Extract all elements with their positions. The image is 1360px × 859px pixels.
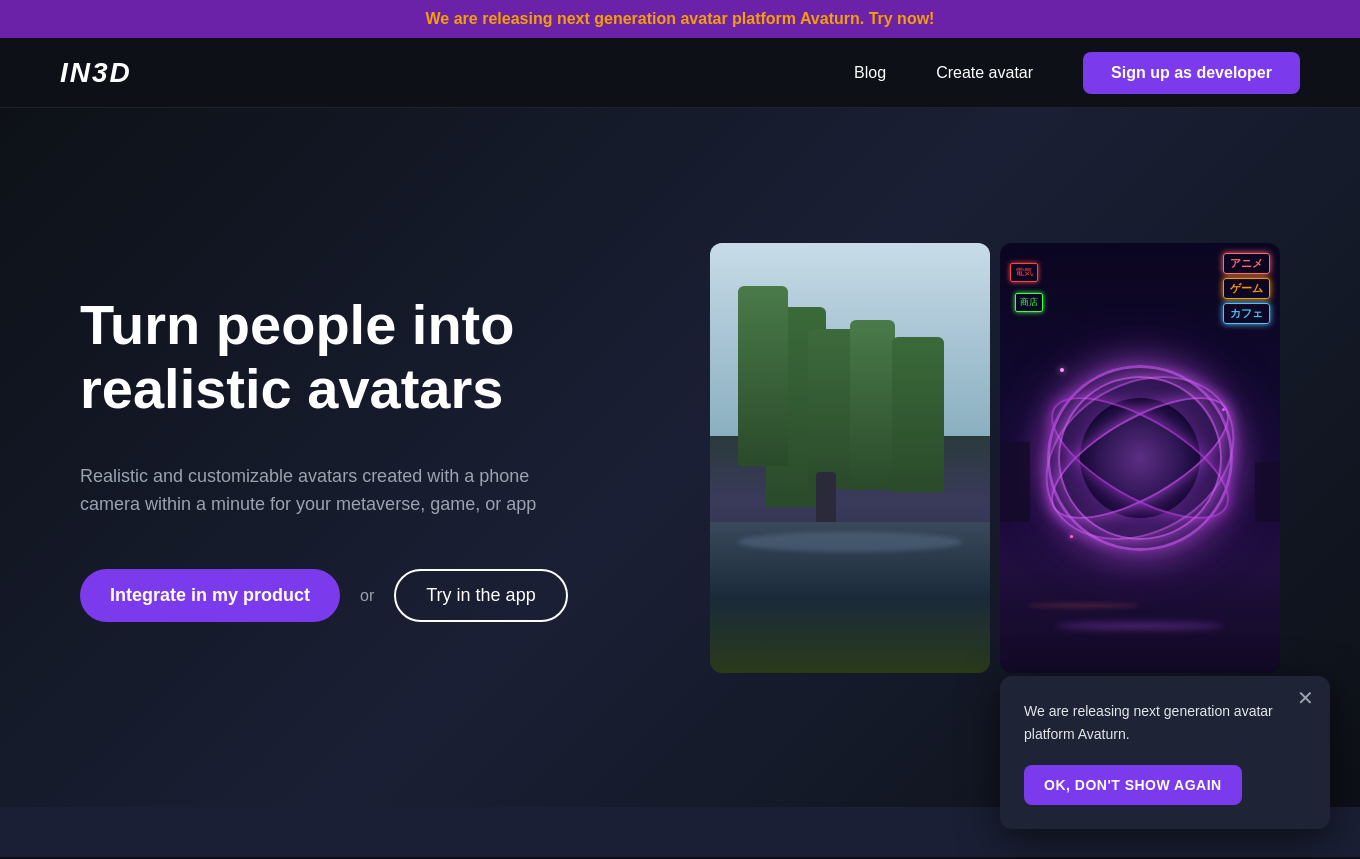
- signup-developer-button[interactable]: Sign up as developer: [1083, 52, 1300, 94]
- energy-ball-avatar: [1030, 348, 1250, 568]
- hero-content: Turn people into realistic avatars Reali…: [80, 293, 640, 622]
- or-separator: or: [360, 587, 374, 605]
- neon-signs-decoration: アニメ ゲーム カフェ: [1223, 253, 1270, 324]
- banner-link[interactable]: We are releasing next generation avatar …: [426, 10, 935, 27]
- hero-image-left: [710, 243, 990, 673]
- nav-create-avatar[interactable]: Create avatar: [936, 64, 1033, 82]
- popup-close-button[interactable]: ✕: [1297, 688, 1314, 708]
- hero-subtitle: Realistic and customizable avatars creat…: [80, 462, 580, 520]
- hero-image-right: アニメ ゲーム カフェ 電気 商店: [1000, 243, 1280, 673]
- nav-links: Blog Create avatar Sign up as developer: [854, 52, 1300, 94]
- hero-title: Turn people into realistic avatars: [80, 293, 640, 422]
- announcement-banner[interactable]: We are releasing next generation avatar …: [0, 0, 1360, 38]
- nav-blog[interactable]: Blog: [854, 64, 886, 82]
- integrate-product-button[interactable]: Integrate in my product: [80, 569, 340, 622]
- popup-ok-button[interactable]: OK, DON'T SHOW AGAIN: [1024, 765, 1242, 805]
- logo: IN3D: [60, 57, 132, 89]
- hero-buttons: Integrate in my product or Try in the ap…: [80, 569, 640, 622]
- try-app-button[interactable]: Try in the app: [394, 569, 567, 622]
- hero-images: アニメ ゲーム カフェ 電気 商店: [710, 243, 1280, 673]
- navbar: IN3D Blog Create avatar Sign up as devel…: [0, 38, 1360, 108]
- notification-popup: ✕ We are releasing next generation avata…: [1000, 676, 1330, 829]
- popup-text: We are releasing next generation avatar …: [1024, 700, 1306, 745]
